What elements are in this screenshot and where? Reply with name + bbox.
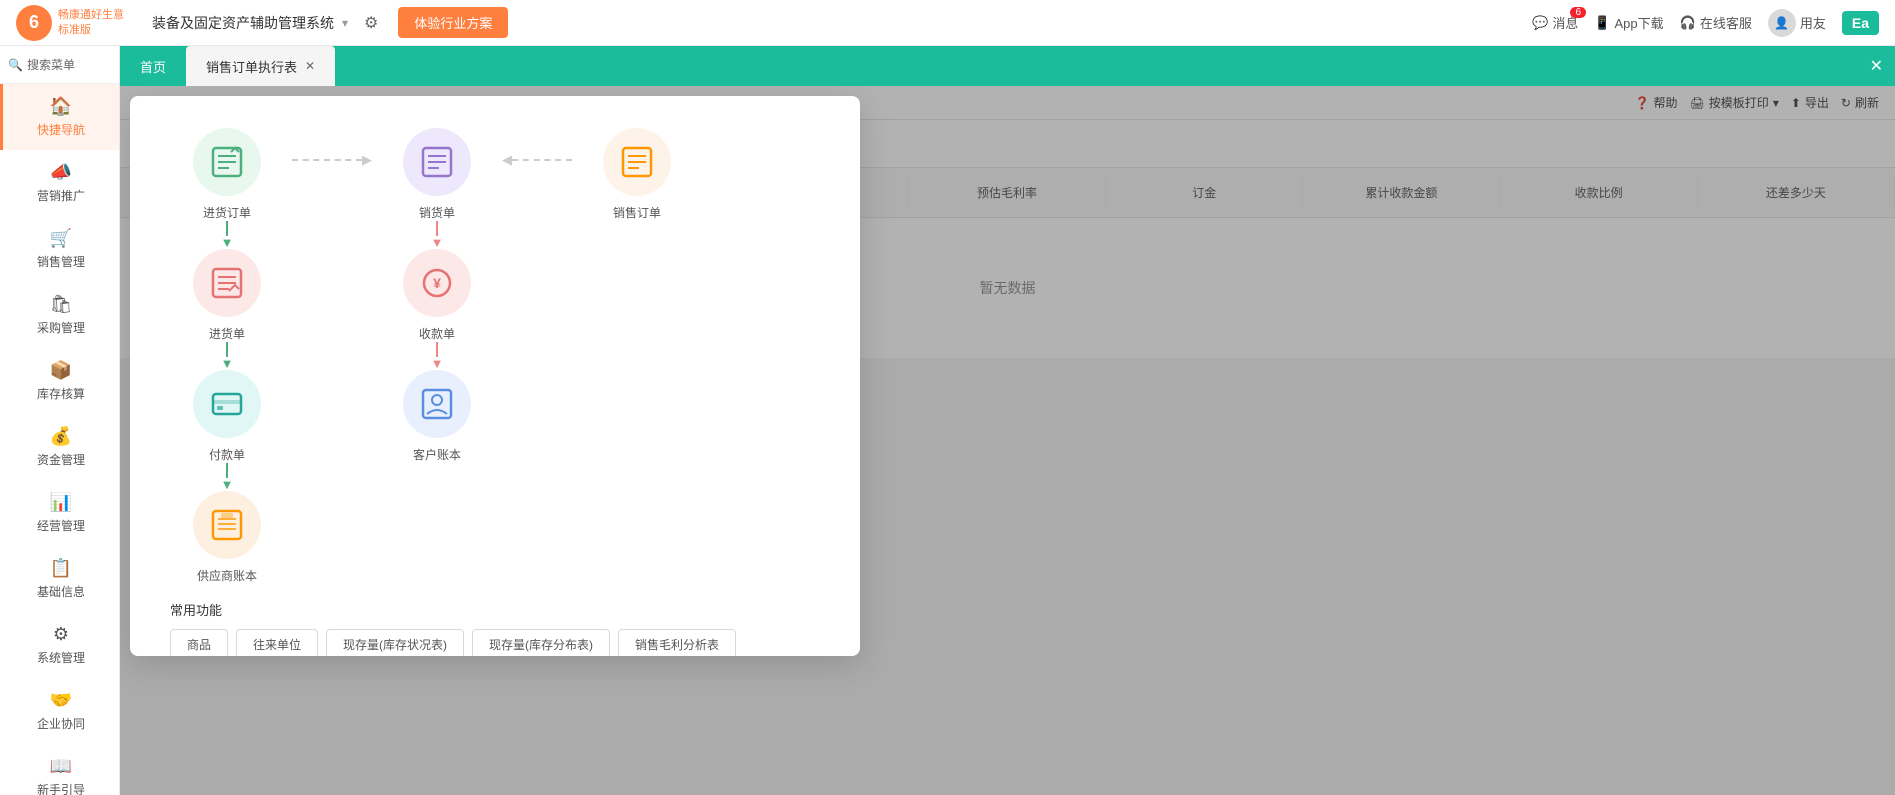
top-bar-left: 6 畅康通好生意 标准版 装备及固定资产辅助管理系统 ▾ ⚙ 体验行业方案: [16, 5, 508, 41]
tab-home[interactable]: 首页: [120, 46, 186, 86]
sales-order-icon: [603, 128, 671, 196]
common-funcs: 常用功能 商品 往来单位 现存量(库存状况表) 现存量(库存分布表) 销售毛利分…: [154, 600, 836, 656]
h-arrow-col1: ▶: [292, 128, 372, 584]
message-icon: 💬: [1532, 15, 1548, 31]
close-all-icon[interactable]: ✕: [1870, 56, 1883, 76]
tab-sales-order-exec[interactable]: 销售订单执行表 ✕: [186, 46, 335, 86]
search-icon: 🔍: [8, 58, 23, 72]
func-btn-stock-dist[interactable]: 现存量(库存分布表): [472, 629, 610, 656]
handshake-icon: 🤝: [50, 690, 72, 711]
tabs-bar: 首页 销售订单执行表 ✕ ✕: [120, 46, 1895, 86]
arrow-v2: ▼: [221, 342, 234, 370]
arrow-v5: ▼: [431, 342, 444, 370]
flow-diagram: 进货订单 ▼: [154, 120, 836, 584]
headset-icon: 🎧: [1680, 15, 1696, 31]
page-content: ❓ 帮助 🖨 按模板打印 ▾ ⬆ 导出 ↻ 刷新: [120, 86, 1895, 795]
svg-text:¥: ¥: [433, 275, 441, 291]
message-button[interactable]: 💬 消息 6: [1532, 13, 1578, 32]
megaphone-icon: 📣: [50, 162, 72, 183]
app-download-button[interactable]: 📱 App下载: [1594, 13, 1663, 32]
payment-node[interactable]: 付款单: [162, 370, 292, 463]
avatar: 👤: [1768, 9, 1796, 37]
sidebar-item-purchase[interactable]: 🛍 采购管理: [0, 282, 119, 348]
logo-icon: 6: [16, 5, 52, 41]
sidebar-item-guide[interactable]: 📖 新手引导: [0, 744, 119, 795]
settings-icon[interactable]: ⚙: [364, 13, 378, 33]
top-bar-right: 💬 消息 6 📱 App下载 🎧 在线客服 👤 用友 Ea: [1532, 9, 1879, 37]
sidebar: 🔍 搜索菜单 🏠 快捷导航 📣 营销推广 🛒 销售管理 🛍 采购管理 📦: [0, 46, 120, 795]
common-funcs-title: 常用功能: [170, 600, 820, 619]
arrow-v4: ▼: [431, 221, 444, 249]
func-btn-partner[interactable]: 往来单位: [236, 629, 318, 656]
supplier-account-node[interactable]: 供应商账本: [162, 491, 292, 584]
sales-bill-icon: [403, 128, 471, 196]
message-badge: 6: [1570, 7, 1586, 18]
sales-bill-node[interactable]: 销货单: [372, 128, 502, 221]
shopping-icon: 🛍: [50, 294, 73, 315]
online-service-button[interactable]: 🎧 在线客服: [1680, 13, 1752, 32]
left-col: 进货订单 ▼: [162, 128, 292, 584]
sidebar-search[interactable]: 🔍 搜索菜单: [0, 46, 119, 84]
sidebar-item-inventory[interactable]: 📦 库存核算: [0, 348, 119, 414]
top-bar: 6 畅康通好生意 标准版 装备及固定资产辅助管理系统 ▾ ⚙ 体验行业方案 💬 …: [0, 0, 1895, 46]
content-area: 首页 销售订单执行表 ✕ ✕ ❓ 帮助 🖨: [120, 46, 1895, 795]
sales-order-col: 销售订单: [572, 128, 702, 584]
func-btn-product[interactable]: 商品: [170, 629, 228, 656]
func-btn-stock-status[interactable]: 现存量(库存状况表): [326, 629, 464, 656]
sidebar-item-system[interactable]: ⚙ 系统管理: [0, 612, 119, 678]
ea-badge: Ea: [1842, 11, 1879, 35]
logo-text: 畅康通好生意 标准版: [58, 8, 124, 37]
sales-order-node[interactable]: 销售订单: [572, 128, 702, 221]
right-col: 销货单 ▼ ¥: [372, 128, 502, 584]
func-buttons: 商品 往来单位 现存量(库存状况表) 现存量(库存分布表) 销售毛利分析表 商品…: [170, 629, 820, 656]
sidebar-item-finance[interactable]: 💰 资金管理: [0, 414, 119, 480]
sidebar-item-marketing[interactable]: 📣 营销推广: [0, 150, 119, 216]
flow-popup-overlay[interactable]: 进货订单 ▼: [120, 86, 1895, 795]
sidebar-item-quick-nav[interactable]: 🏠 快捷导航: [0, 84, 119, 150]
customer-account-node[interactable]: 客户账本: [372, 370, 502, 463]
logo-area: 6 畅康通好生意 标准版: [16, 5, 136, 41]
gear-icon: ⚙: [53, 624, 69, 645]
box-icon: 📦: [50, 360, 72, 381]
sidebar-item-basic-info[interactable]: 📋 基础信息: [0, 546, 119, 612]
tab-close-icon[interactable]: ✕: [305, 59, 315, 73]
receipt-icon: ¥: [403, 249, 471, 317]
purchase-bill-icon: [193, 249, 261, 317]
purchase-order-node[interactable]: 进货订单: [162, 128, 292, 221]
main-layout: 🔍 搜索菜单 🏠 快捷导航 📣 营销推广 🛒 销售管理 🛍 采购管理 📦: [0, 46, 1895, 795]
arrow-v3: ▼: [221, 463, 234, 491]
payment-icon: [193, 370, 261, 438]
h-arrow-col2: ◀: [502, 128, 572, 584]
sidebar-item-operations[interactable]: 📊 经营管理: [0, 480, 119, 546]
customer-account-icon: [403, 370, 471, 438]
sidebar-item-sales[interactable]: 🛒 销售管理: [0, 216, 119, 282]
chart-icon: 📊: [50, 492, 72, 513]
system-title-dropdown[interactable]: ▾: [342, 16, 348, 30]
sidebar-item-enterprise[interactable]: 🤝 企业协同: [0, 678, 119, 744]
arrow-v1: ▼: [221, 221, 234, 249]
cart-icon: 🛒: [50, 228, 72, 249]
user-area[interactable]: 👤 用友: [1768, 9, 1826, 37]
book-icon: 📖: [50, 756, 72, 777]
system-title: 装备及固定资产辅助管理系统: [152, 13, 334, 33]
flow-popup: 进货订单 ▼: [130, 96, 860, 656]
supplier-account-icon: [193, 491, 261, 559]
receipt-node[interactable]: ¥ 收款单: [372, 249, 502, 342]
money-icon: 💰: [50, 426, 72, 447]
trial-button[interactable]: 体验行业方案: [398, 7, 508, 38]
download-icon: 📱: [1594, 15, 1610, 31]
app-container: 6 畅康通好生意 标准版 装备及固定资产辅助管理系统 ▾ ⚙ 体验行业方案 💬 …: [0, 0, 1895, 795]
purchase-order-icon: [193, 128, 261, 196]
func-btn-sales-margin[interactable]: 销售毛利分析表: [618, 629, 736, 656]
home-icon: 🏠: [50, 96, 72, 117]
clipboard-icon: 📋: [50, 558, 72, 579]
purchase-bill-node[interactable]: 进货单: [162, 249, 292, 342]
